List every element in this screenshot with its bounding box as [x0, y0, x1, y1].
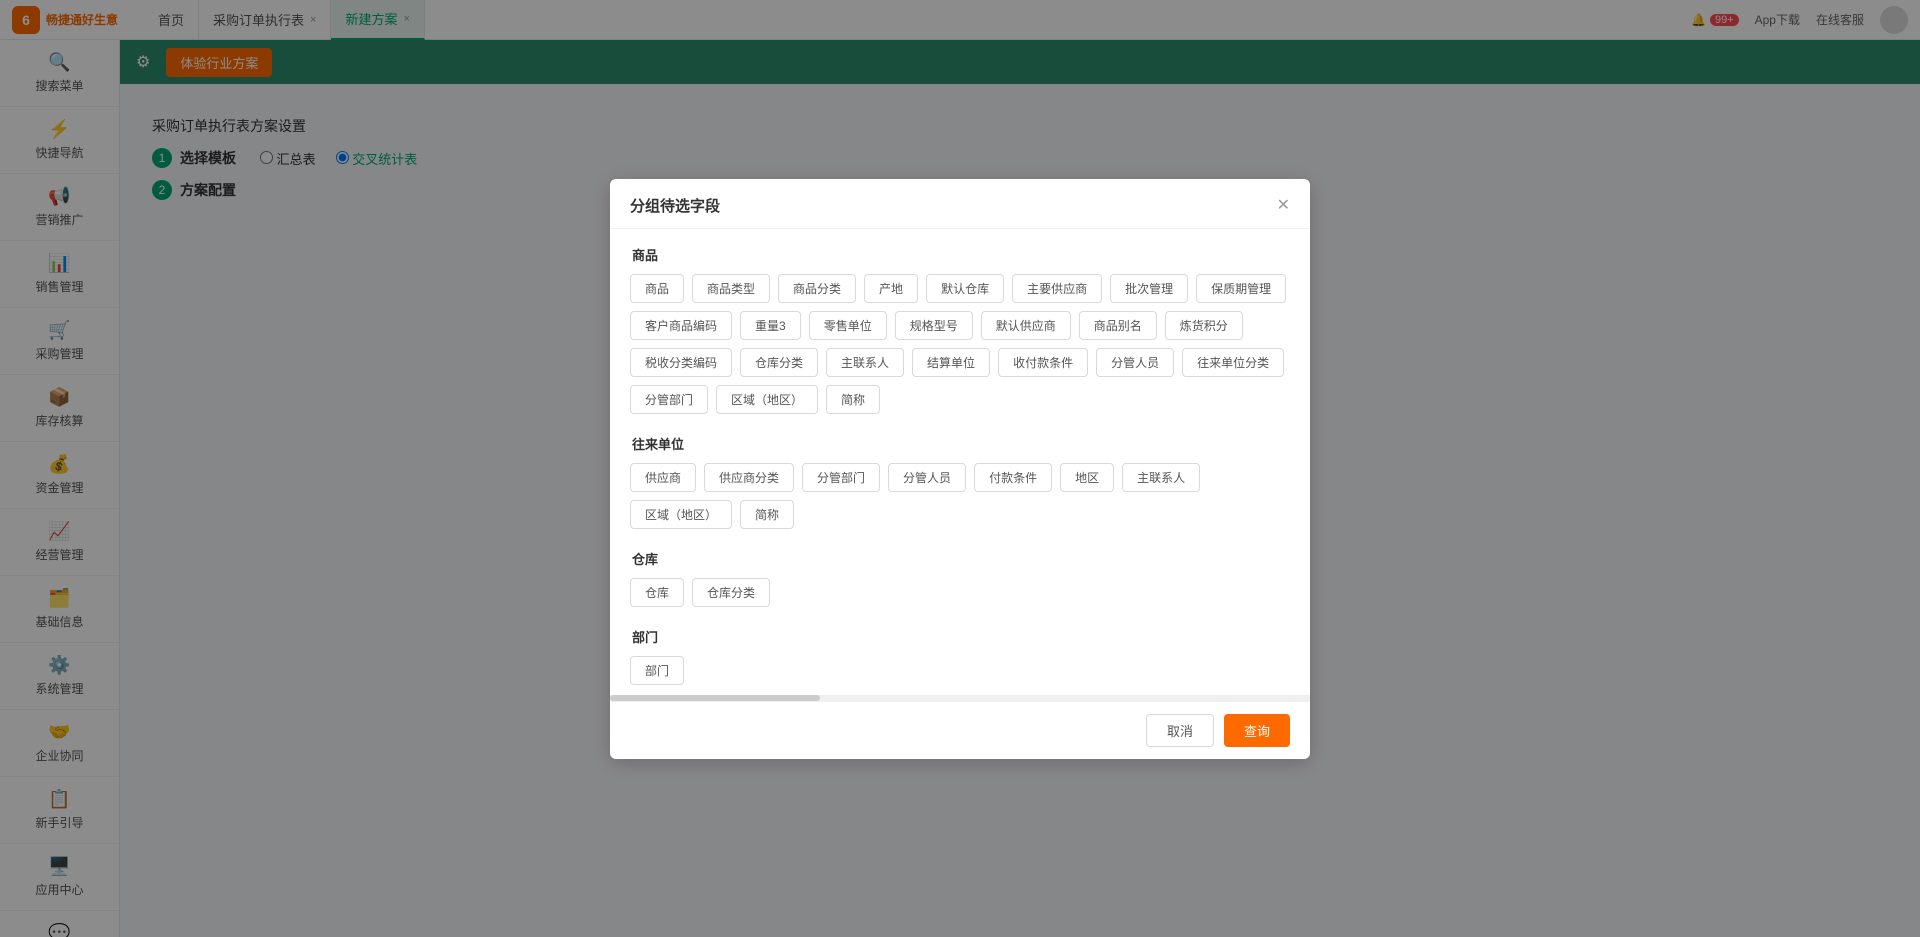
field-section-product-title: 商品 — [630, 245, 1290, 264]
confirm-button[interactable]: 查询 — [1224, 714, 1290, 747]
partner-field-tags: 供应商 供应商分类 分管部门 分管人员 付款条件 地区 主联系人 区域（地区） … — [630, 463, 1290, 529]
field-tag[interactable]: 商品类型 — [692, 274, 770, 303]
field-tag[interactable]: 零售单位 — [809, 311, 887, 340]
field-tag[interactable]: 分管人员 — [1096, 348, 1174, 377]
modal-footer: 取消 查询 — [610, 701, 1310, 759]
field-tag[interactable]: 批次管理 — [1110, 274, 1188, 303]
field-tag[interactable]: 仓库分类 — [740, 348, 818, 377]
modal-body: 商品 商品 商品类型 商品分类 产地 默认仓库 主要供应商 批次管理 保质期管理… — [610, 229, 1310, 696]
modal-title: 分组待选字段 — [630, 195, 720, 216]
field-tag[interactable]: 区域（地区） — [716, 385, 818, 414]
field-tag[interactable]: 客户商品编码 — [630, 311, 732, 340]
field-tag[interactable]: 税收分类编码 — [630, 348, 732, 377]
field-tag[interactable]: 商品别名 — [1079, 311, 1157, 340]
field-tag[interactable]: 炼货积分 — [1165, 311, 1243, 340]
modal-scrollbar-thumb — [610, 695, 820, 700]
field-tag[interactable]: 保质期管理 — [1196, 274, 1286, 303]
field-tag[interactable]: 主要供应商 — [1012, 274, 1102, 303]
modal-close-icon[interactable]: ✕ — [1277, 195, 1290, 215]
field-tag[interactable]: 往来单位分类 — [1182, 348, 1284, 377]
field-tag[interactable]: 供应商分类 — [704, 463, 794, 492]
field-tag[interactable]: 结算单位 — [912, 348, 990, 377]
field-tag[interactable]: 分管人员 — [888, 463, 966, 492]
product-field-tags: 商品 商品类型 商品分类 产地 默认仓库 主要供应商 批次管理 保质期管理 客户… — [630, 274, 1290, 414]
field-tag[interactable]: 简称 — [740, 500, 794, 529]
field-tag[interactable]: 主联系人 — [826, 348, 904, 377]
field-section-warehouse-title: 仓库 — [630, 549, 1290, 568]
field-select-modal: 分组待选字段 ✕ 商品 商品 商品类型 商品分类 产地 默认仓库 主要供应商 批… — [610, 179, 1310, 759]
field-tag[interactable]: 仓库 — [630, 578, 684, 607]
field-tag[interactable]: 区域（地区） — [630, 500, 732, 529]
field-tag[interactable]: 默认供应商 — [981, 311, 1071, 340]
field-tag[interactable]: 分管部门 — [630, 385, 708, 414]
field-tag[interactable]: 仓库分类 — [692, 578, 770, 607]
cancel-button[interactable]: 取消 — [1146, 714, 1214, 747]
field-tag[interactable]: 供应商 — [630, 463, 696, 492]
field-tag[interactable]: 部门 — [630, 656, 684, 685]
field-tag[interactable]: 规格型号 — [895, 311, 973, 340]
field-section-warehouse: 仓库 仓库 仓库分类 — [630, 549, 1290, 607]
field-section-product: 商品 商品 商品类型 商品分类 产地 默认仓库 主要供应商 批次管理 保质期管理… — [630, 245, 1290, 414]
field-tag[interactable]: 地区 — [1060, 463, 1114, 492]
field-tag[interactable]: 收付款条件 — [998, 348, 1088, 377]
warehouse-field-tags: 仓库 仓库分类 — [630, 578, 1290, 607]
field-tag[interactable]: 简称 — [826, 385, 880, 414]
field-tag[interactable]: 默认仓库 — [926, 274, 1004, 303]
field-tag[interactable]: 分管部门 — [802, 463, 880, 492]
field-section-partner: 往来单位 供应商 供应商分类 分管部门 分管人员 付款条件 地区 主联系人 区域… — [630, 434, 1290, 529]
field-tag[interactable]: 产地 — [864, 274, 918, 303]
field-tag[interactable]: 商品分类 — [778, 274, 856, 303]
field-tag[interactable]: 重量3 — [740, 311, 801, 340]
field-tag[interactable]: 商品 — [630, 274, 684, 303]
field-section-department-title: 部门 — [630, 627, 1290, 646]
field-tag[interactable]: 主联系人 — [1122, 463, 1200, 492]
field-section-partner-title: 往来单位 — [630, 434, 1290, 453]
modal-header: 分组待选字段 ✕ — [610, 179, 1310, 229]
modal-scrollbar-horizontal[interactable] — [610, 695, 1310, 700]
department-field-tags: 部门 — [630, 656, 1290, 685]
field-tag[interactable]: 付款条件 — [974, 463, 1052, 492]
field-section-department: 部门 部门 — [630, 627, 1290, 685]
